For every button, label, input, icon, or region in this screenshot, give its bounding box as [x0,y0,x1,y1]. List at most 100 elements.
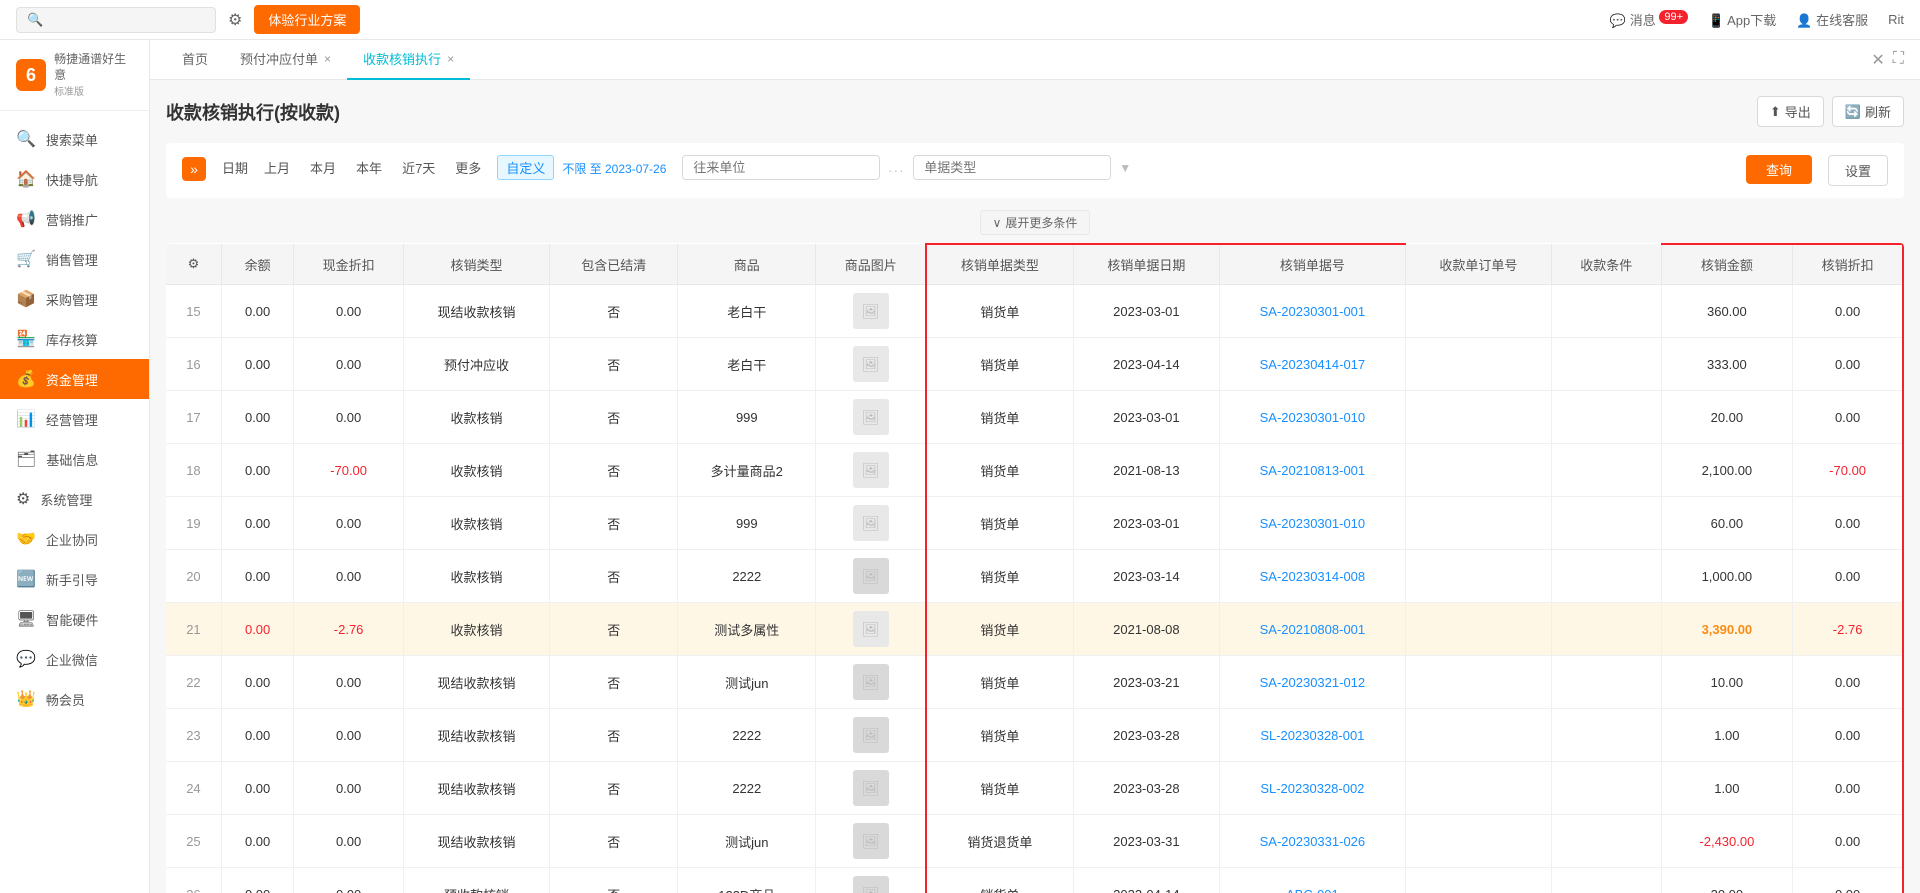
sidebar-item-guide[interactable]: 🆕 新手引导 [0,559,149,599]
tab-home[interactable]: 首页 [166,40,224,80]
table-row: 210.00-2.76收款核销否测试多属性🖼销货单2021-08-08SA-20… [166,603,1903,656]
app-download[interactable]: 📱 App下载 [1708,10,1776,29]
date-option-更多[interactable]: 更多 [447,156,489,179]
included-clear-cell: 否 [550,338,678,391]
balance-cell: 0.00 [221,444,294,497]
table-row: 180.00-70.00收款核销否多计量商品2🖼销货单2021-08-13SA-… [166,444,1903,497]
goods-img-cell: 🖼 [816,497,926,550]
date-option-本年[interactable]: 本年 [348,156,390,179]
sidebar-item-finance[interactable]: 💰 资金管理 [0,359,149,399]
sidebar-item-marketing[interactable]: 📢营销推广 [0,199,149,239]
sidebar-item-label: 营销推广 [46,210,98,229]
receipt-order-no-cell [1405,391,1551,444]
sidebar-item-label: 经营管理 [46,410,98,429]
goods-cell: 测试jun [678,656,816,709]
sidebar-item-label: 企业微信 [46,650,98,669]
filter-expand-button[interactable]: » [182,157,206,181]
verify-bill-no-cell[interactable]: SL-20230328-001 [1220,709,1406,762]
filter-input-group: ... ▼ [682,155,1730,180]
top-bar-right: 💬 消息 99+ 📱 App下载 👤 在线客服 Rit [1610,10,1904,29]
user-label[interactable]: Rit [1888,12,1904,27]
goods-img-cell: 🖼 [816,709,926,762]
message-area[interactable]: 💬 消息 99+ [1610,10,1688,29]
tab-close-receipt-verify[interactable]: × [447,52,454,66]
sidebar-item-operation[interactable]: 📊经营管理 [0,399,149,439]
tab-close-prepay[interactable]: × [324,52,331,66]
included-clear-cell: 否 [550,815,678,868]
logo-name: 畅捷通谱好生意 [54,52,133,83]
receipt-order-no-cell [1405,815,1551,868]
sidebar-item-wechat[interactable]: 💬企业微信 [0,639,149,679]
voucher-type-select[interactable] [913,155,1111,180]
sidebar-menu: 🔍搜索菜单🏠快捷导航📢营销推广🛒销售管理📦采购管理🏪库存核算 💰 资金管理 📊经营管理… [0,111,149,893]
expand-more-button[interactable]: ∨ 展开更多条件 [980,210,1091,235]
counterpart-input[interactable] [682,155,880,180]
settings-button[interactable]: 设置 [1828,155,1888,186]
verify-discount-cell: 0.00 [1793,868,1903,893]
goods-img-cell: 🖼 [816,550,926,603]
verify-bill-type-cell: 销货单 [926,603,1073,656]
verify-bill-no-cell[interactable]: SA-20230301-010 [1220,497,1406,550]
sidebar-item-system[interactable]: ⚙系统管理 [0,479,149,519]
goods-img-cell: 🖼 [816,868,926,893]
top-search[interactable]: 🔍 [16,7,216,33]
expand-more-label: 展开更多条件 [1005,214,1077,231]
verify-bill-no-cell[interactable]: SA-20230301-010 [1220,391,1406,444]
verify-bill-no-cell[interactable]: SA-20230314-008 [1220,550,1406,603]
verify-bill-no-cell[interactable]: SA-20230414-017 [1220,338,1406,391]
date-option-上月[interactable]: 上月 [256,156,298,179]
refresh-label: 刷新 [1865,102,1891,121]
purchase-icon: 📦 [16,289,36,309]
export-label: 导出 [1785,102,1811,121]
export-button[interactable]: ⬆ 导出 [1757,96,1824,127]
fullscreen-icon[interactable]: ⛶ [1893,50,1904,70]
goods-image: 🖼 [853,823,889,859]
balance-cell: 0.00 [221,391,294,444]
sidebar-item-sales[interactable]: 🛒销售管理 [0,239,149,279]
tab-prepay[interactable]: 预付冲应付单× [224,40,347,80]
guide-icon: 🆕 [16,569,36,589]
goods-cell: 2222 [678,550,816,603]
sidebar-item-label: 畅会员 [46,690,85,709]
sidebar-item-enterprise[interactable]: 🤝企业协同 [0,519,149,559]
verify-discount-cell: 0.00 [1793,391,1903,444]
sales-icon: 🛒 [16,249,36,269]
date-option-近7天[interactable]: 近7天 [394,156,443,179]
verify-bill-no-cell[interactable]: SL-20230328-002 [1220,762,1406,815]
refresh-button[interactable]: 🔄 刷新 [1832,96,1904,127]
sidebar-item-inventory[interactable]: 🏪库存核算 [0,319,149,359]
verify-bill-no-cell[interactable]: SA-20210813-001 [1220,444,1406,497]
tab-receipt-verify[interactable]: 收款核销执行× [347,40,470,80]
verify-bill-no-cell[interactable]: ABC-001 [1220,868,1406,893]
message-label: 消息 [1630,13,1656,28]
sidebar-item-search[interactable]: 🔍搜索菜单 [0,119,149,159]
date-custom-option[interactable]: 自定义 [497,155,554,180]
goods-image: 🖼 [853,505,889,541]
verify-bill-no-cell[interactable]: SA-20230321-012 [1220,656,1406,709]
verify-bill-no-cell[interactable]: SA-20210808-001 [1220,603,1406,656]
online-service[interactable]: 👤 在线客服 [1796,10,1868,29]
sidebar-item-label: 新手引导 [46,570,98,589]
sidebar-item-smart[interactable]: 🖥智能硬件 [0,599,149,639]
settings-icon[interactable]: ⚙ [228,10,242,30]
sidebar-item-label: 资金管理 [46,370,98,389]
sidebar-item-member[interactable]: 👑畅会员 [0,679,149,719]
query-button[interactable]: 查询 [1746,155,1812,184]
receipt-condition-cell [1552,391,1661,444]
cash-discount-cell: 0.00 [294,285,403,338]
solution-button[interactable]: 体验行业方案 [254,5,360,34]
col-header-icon: ⚙ [166,244,221,285]
verify-discount-cell: 0.00 [1793,550,1903,603]
verify-bill-no-cell[interactable]: SA-20230301-001 [1220,285,1406,338]
verify-date-cell: 2023-03-01 [1073,391,1219,444]
balance-cell: 0.00 [221,815,294,868]
sidebar-item-purchase[interactable]: 📦采购管理 [0,279,149,319]
close-tab-icon[interactable]: ✕ [1871,50,1884,70]
receipt-order-no-cell [1405,444,1551,497]
verify-bill-no-cell[interactable]: SA-20230331-026 [1220,815,1406,868]
sidebar-item-quick-nav[interactable]: 🏠快捷导航 [0,159,149,199]
table-row: 250.000.00现结收款核销否测试jun🖼销货退货单2023-03-31SA… [166,815,1903,868]
date-option-本月[interactable]: 本月 [302,156,344,179]
finance-icon: 💰 [16,369,36,389]
sidebar-item-basic[interactable]: 🗂基础信息 [0,439,149,479]
